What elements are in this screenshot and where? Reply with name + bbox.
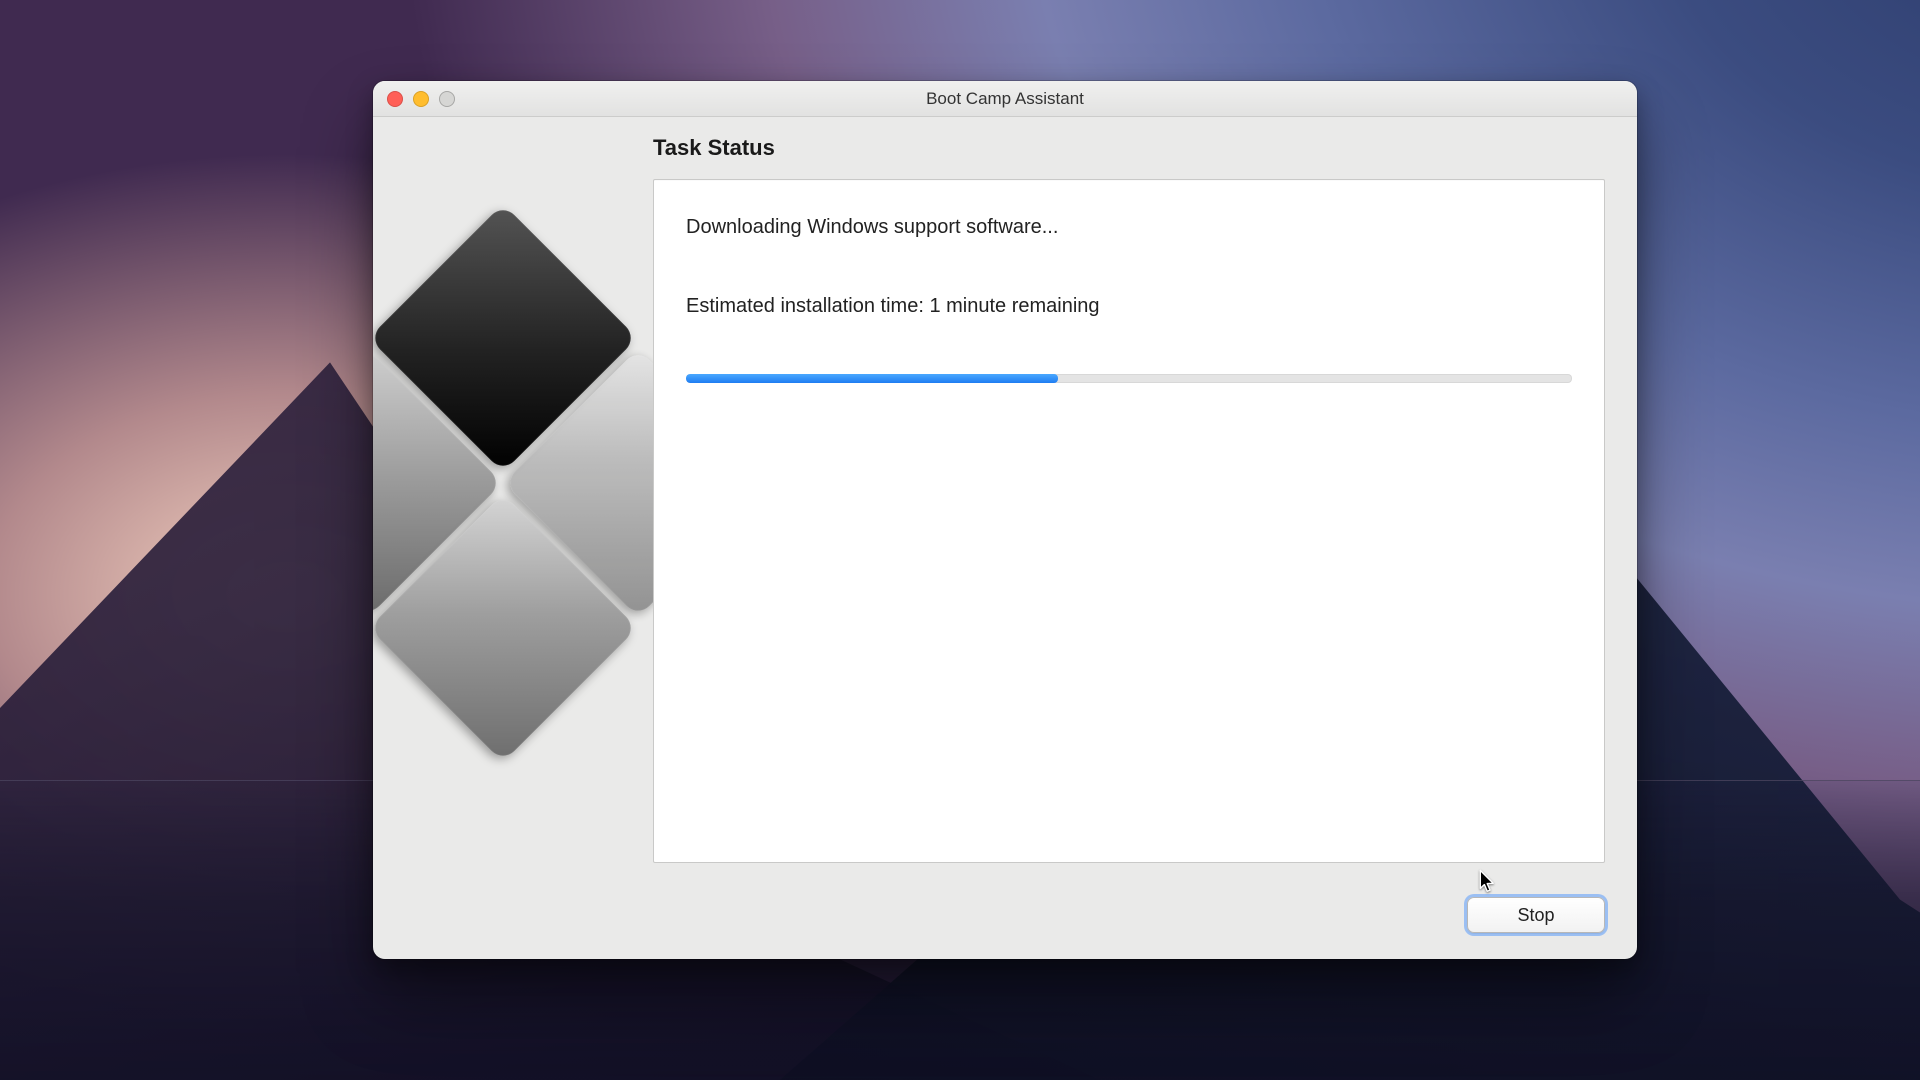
app-icon-container <box>373 117 653 959</box>
bootcamp-icon-diamond <box>373 349 502 618</box>
progress-bar <box>686 374 1572 383</box>
app-window: Boot Camp Assistant Task Status Download… <box>373 81 1637 959</box>
bootcamp-icon <box>373 243 673 783</box>
task-status-heading: Task Status <box>653 135 1605 161</box>
download-status-text: Downloading Windows support software... <box>686 216 1572 239</box>
window-content: Task Status Downloading Windows support … <box>373 117 1637 959</box>
main-pane: Task Status Downloading Windows support … <box>653 135 1605 863</box>
window-footer: Stop <box>1467 897 1605 933</box>
window-titlebar[interactable]: Boot Camp Assistant <box>373 81 1637 117</box>
eta-text: Estimated installation time: 1 minute re… <box>686 295 1572 318</box>
zoom-icon <box>439 91 455 107</box>
status-panel: Downloading Windows support software... … <box>653 179 1605 863</box>
bootcamp-icon-diamond <box>373 494 637 763</box>
stop-button[interactable]: Stop <box>1467 897 1605 933</box>
minimize-icon[interactable] <box>413 91 429 107</box>
cursor-icon <box>1479 869 1497 895</box>
bootcamp-icon-diamond <box>373 204 637 473</box>
window-title: Boot Camp Assistant <box>926 89 1084 109</box>
window-traffic-lights <box>387 91 455 107</box>
close-icon[interactable] <box>387 91 403 107</box>
progress-bar-fill <box>686 374 1058 383</box>
